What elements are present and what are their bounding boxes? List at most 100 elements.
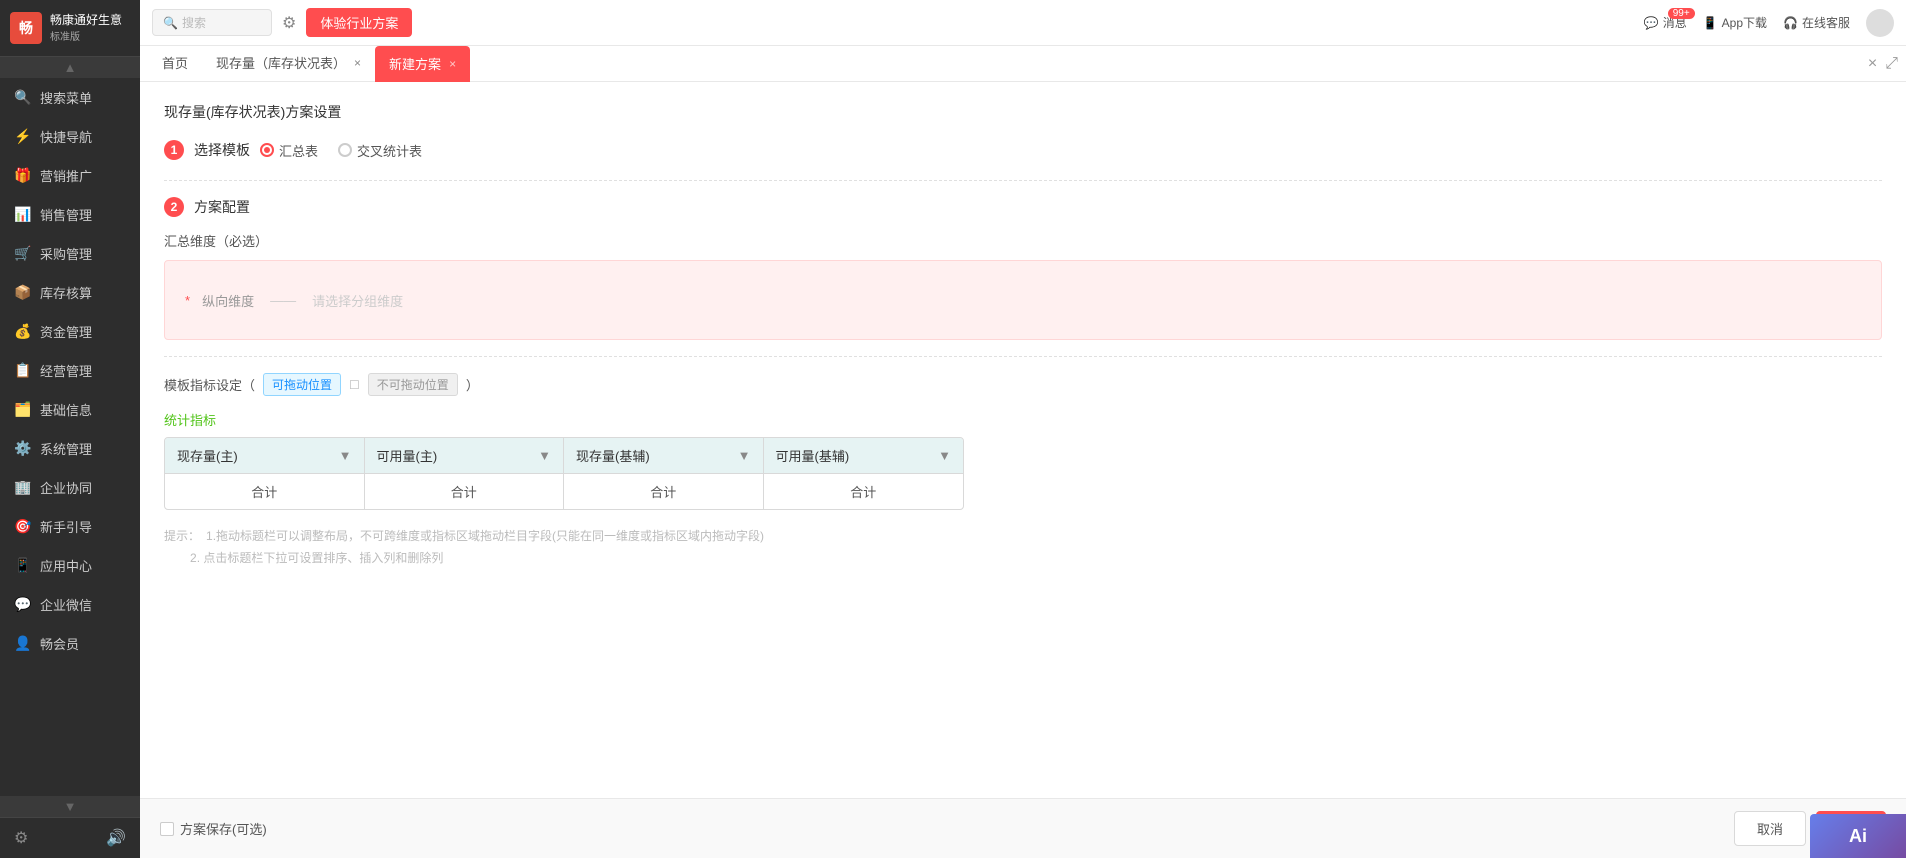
sidebar-item-business[interactable]: 📋 经营管理 — [0, 351, 140, 390]
header-search[interactable]: 🔍 搜索 — [152, 9, 272, 36]
sidebar-item-search-menu[interactable]: 🔍 搜索菜单 — [0, 78, 140, 117]
sidebar: 畅 畅康通好生意 标准版 ▲ 🔍 搜索菜单 ⚡ 快捷导航 🎁 营销推广 📊 销售… — [0, 0, 140, 858]
sidebar-item-marketing[interactable]: 🎁 营销推广 — [0, 156, 140, 195]
stats-th-3: 可用量(基辅) ▼ — [764, 438, 964, 473]
dropdown-icon-2[interactable]: ▼ — [738, 448, 751, 463]
purchase-icon: 🛒 — [14, 245, 32, 263]
template-radio-group: 汇总表 交叉统计表 — [260, 141, 422, 160]
stats-th-0: 现存量(主) ▼ — [165, 438, 365, 473]
step2-header: 2 方案配置 — [164, 197, 1882, 217]
divider-2 — [164, 356, 1882, 357]
non-draggable-icon: ☐ — [349, 378, 360, 392]
tab-close-all-icon[interactable]: × — [1868, 55, 1877, 73]
message-icon: 💬 — [1644, 16, 1659, 30]
sidebar-item-finance[interactable]: 💰 资金管理 — [0, 312, 140, 351]
speaker-icon[interactable]: 🔊 — [106, 828, 126, 848]
dropdown-icon-1[interactable]: ▼ — [538, 448, 551, 463]
finance-icon: 💰 — [14, 323, 32, 341]
app-center-icon: 📱 — [14, 557, 32, 575]
sidebar-bottom: ⚙ 🔊 — [0, 817, 140, 858]
logo-text: 畅康通好生意 标准版 — [50, 13, 122, 44]
radio-summary[interactable]: 汇总表 — [260, 141, 318, 160]
save-checkbox-box[interactable] — [160, 822, 174, 836]
sidebar-scroll-up[interactable]: ▲ — [0, 57, 140, 78]
tab-home[interactable]: 首页 — [148, 46, 202, 82]
marketing-icon: 🎁 — [14, 167, 32, 185]
template-settings-label: 模板指标设定（ 可拖动位置 ☐ 不可拖动位置 ） — [164, 373, 1882, 396]
enterprise-icon: 🏢 — [14, 479, 32, 497]
tabs-right: × ⤢ — [1868, 55, 1898, 73]
radio-cross[interactable]: 交叉统计表 — [338, 141, 422, 160]
sidebar-logo: 畅 畅康通好生意 标准版 — [0, 0, 140, 57]
sidebar-item-member[interactable]: 👤 畅会员 — [0, 624, 140, 663]
ai-button[interactable]: Ai — [1810, 814, 1906, 858]
stats-section-title: 统计指标 — [164, 410, 1882, 429]
sidebar-item-quick-nav[interactable]: ⚡ 快捷导航 — [0, 117, 140, 156]
radio-cross-indicator — [338, 143, 352, 157]
dimension-box: * 纵向维度 —— 请选择分组维度 — [164, 260, 1882, 340]
dimension-label: 汇总维度（必选） — [164, 231, 1882, 250]
tab-inventory-status[interactable]: 现存量（库存状况表） × — [202, 46, 375, 82]
trial-button[interactable]: 体验行业方案 — [306, 8, 412, 37]
sidebar-item-enterprise[interactable]: 🏢 企业协同 — [0, 468, 140, 507]
step1-section: 1 选择模板 汇总表 交叉统计表 — [164, 140, 1882, 160]
tab-expand-icon[interactable]: ⤢ — [1885, 55, 1898, 73]
sidebar-item-wechat[interactable]: 💬 企业微信 — [0, 585, 140, 624]
header-right: 💬 消息 99+ 📱 App下载 🎧 在线客服 — [1644, 9, 1894, 37]
search-icon: 🔍 — [163, 16, 178, 30]
top-header: 🔍 搜索 ⚙ 体验行业方案 💬 消息 99+ 📱 App下载 🎧 在线客服 — [140, 0, 1906, 46]
newbie-icon: 🎯 — [14, 518, 32, 536]
sidebar-item-inventory[interactable]: 📦 库存核算 — [0, 273, 140, 312]
tabs-bar: 首页 现存量（库存状况表） × 新建方案 × × ⤢ — [140, 46, 1906, 82]
sidebar-nav: 🔍 搜索菜单 ⚡ 快捷导航 🎁 营销推广 📊 销售管理 🛒 采购管理 📦 库存核… — [0, 78, 140, 796]
stats-td-0-2: 合计 — [564, 474, 764, 509]
page-title: 现存量(库存状况表)方案设置 — [164, 102, 1882, 122]
member-icon: 👤 — [14, 635, 32, 653]
sidebar-item-sales[interactable]: 📊 销售管理 — [0, 195, 140, 234]
step1-title: 选择模板 — [194, 140, 250, 160]
app-download-button[interactable]: 📱 App下载 — [1703, 14, 1767, 31]
basic-info-icon: 🗂️ — [14, 401, 32, 419]
tab-new-scheme[interactable]: 新建方案 × — [375, 46, 470, 82]
sidebar-item-purchase[interactable]: 🛒 采购管理 — [0, 234, 140, 273]
sidebar-scroll-down[interactable]: ▼ — [0, 796, 140, 817]
sidebar-item-basic-info[interactable]: 🗂️ 基础信息 — [0, 390, 140, 429]
tips-section: 提示： 1.拖动标题栏可以调整布局，不可跨维度或指标区域拖动栏目字段(只能在同一… — [164, 526, 1882, 569]
stats-table-header: 现存量(主) ▼ 可用量(主) ▼ 现存量(基辅) ▼ 可用量(基辅) ▼ — [165, 438, 963, 473]
dimension-placeholder: * 纵向维度 —— 请选择分组维度 — [185, 291, 403, 310]
save-checkbox[interactable]: 方案保存(可选) — [160, 819, 267, 838]
inventory-icon: 📦 — [14, 284, 32, 302]
non-draggable-badge: 不可拖动位置 — [368, 373, 458, 396]
online-support-button[interactable]: 🎧 在线客服 — [1783, 14, 1850, 31]
tab-new-scheme-close-icon[interactable]: × — [449, 57, 456, 71]
sidebar-item-system[interactable]: ⚙️ 系统管理 — [0, 429, 140, 468]
dropdown-icon-3[interactable]: ▼ — [938, 448, 951, 463]
tip-1: 提示： 1.拖动标题栏可以调整布局，不可跨维度或指标区域拖动栏目字段(只能在同一… — [164, 526, 1882, 548]
support-icon: 🎧 — [1783, 16, 1798, 30]
message-button[interactable]: 💬 消息 99+ — [1644, 14, 1687, 31]
quick-nav-icon: ⚡ — [14, 128, 32, 146]
bottom-bar: 方案保存(可选) 取消 查询 — [140, 798, 1906, 858]
step1-number: 1 — [164, 140, 184, 160]
business-icon: 📋 — [14, 362, 32, 380]
cancel-button[interactable]: 取消 — [1734, 811, 1806, 846]
user-avatar[interactable] — [1866, 9, 1894, 37]
sidebar-item-app-center[interactable]: 📱 应用中心 — [0, 546, 140, 585]
content-area: 现存量(库存状况表)方案设置 1 选择模板 汇总表 交叉统计表 — [140, 82, 1906, 798]
step2-number: 2 — [164, 197, 184, 217]
stats-table-body: 合计 合计 合计 合计 — [165, 473, 963, 509]
step2-title: 方案配置 — [194, 197, 250, 217]
gear-icon[interactable]: ⚙ — [282, 13, 296, 33]
wechat-icon: 💬 — [14, 596, 32, 614]
step1-header: 1 选择模板 汇总表 交叉统计表 — [164, 140, 1882, 160]
dropdown-icon-0[interactable]: ▼ — [339, 448, 352, 463]
stats-table: 现存量(主) ▼ 可用量(主) ▼ 现存量(基辅) ▼ 可用量(基辅) ▼ — [164, 437, 964, 510]
sales-icon: 📊 — [14, 206, 32, 224]
system-icon: ⚙️ — [14, 440, 32, 458]
settings-icon[interactable]: ⚙ — [14, 828, 28, 848]
sidebar-item-newbie[interactable]: 🎯 新手引导 — [0, 507, 140, 546]
tab-inventory-close-icon[interactable]: × — [354, 56, 361, 70]
app-icon: 📱 — [1703, 16, 1718, 30]
template-settings: 模板指标设定（ 可拖动位置 ☐ 不可拖动位置 ） — [164, 373, 1882, 396]
divider-1 — [164, 180, 1882, 181]
